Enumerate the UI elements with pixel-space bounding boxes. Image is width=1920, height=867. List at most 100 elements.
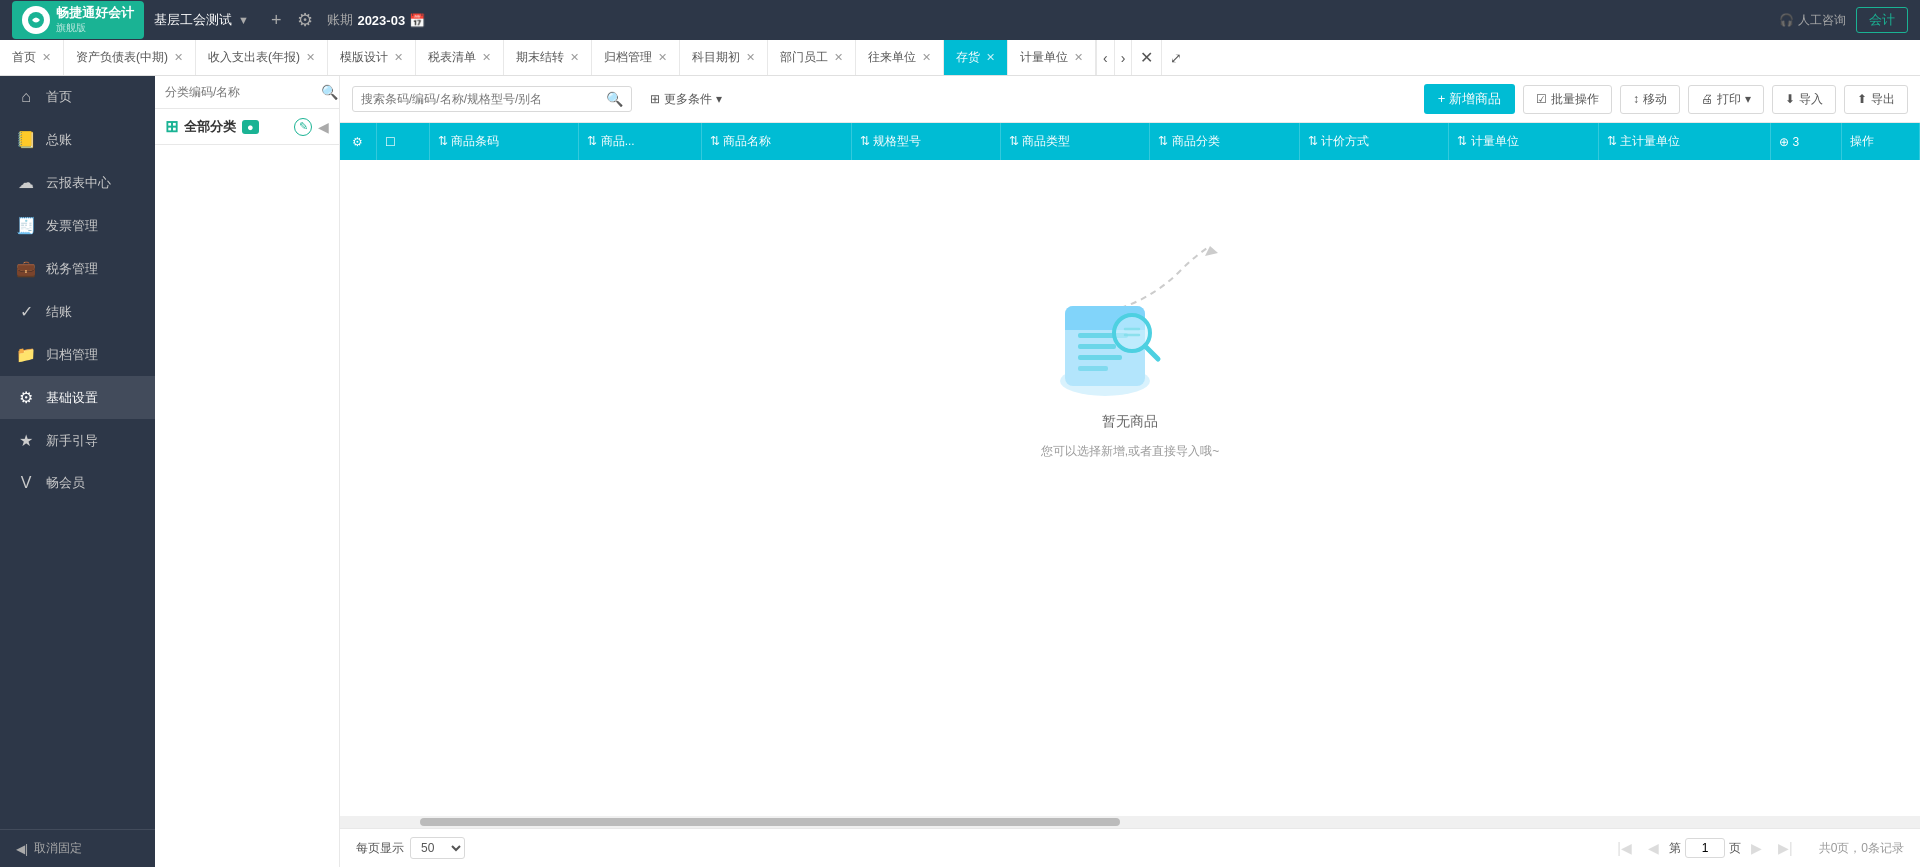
tab-subject-label: 科目期初 xyxy=(692,49,740,66)
tab-tax[interactable]: 税表清单 ✕ xyxy=(416,40,504,75)
all-category[interactable]: ⊞ 全部分类 ● xyxy=(165,117,259,136)
calendar-icon[interactable]: 📅 xyxy=(409,13,425,28)
sidebar-item-home-label: 首页 xyxy=(46,88,72,106)
tab-income[interactable]: 收入支出表(年报) ✕ xyxy=(196,40,328,75)
next-page-btn[interactable]: ▶ xyxy=(1745,838,1768,858)
batch-operation-btn[interactable]: ☑ 批量操作 xyxy=(1523,85,1612,114)
export-btn[interactable]: ⬆ 导出 xyxy=(1844,85,1908,114)
col-name[interactable]: ⇅ 商品名称 xyxy=(702,123,851,160)
svg-rect-8 xyxy=(1078,355,1122,360)
col-unit[interactable]: ⇅ 计量单位 xyxy=(1449,123,1598,160)
col-extra[interactable]: ⊕ 3 xyxy=(1771,123,1842,160)
category-search-input[interactable] xyxy=(165,85,315,99)
tab-prev-btn[interactable]: ‹ xyxy=(1096,40,1114,75)
col-settings[interactable]: ⚙ xyxy=(340,123,376,160)
category-search-btn[interactable]: 🔍 xyxy=(321,84,338,100)
logo-area[interactable]: 畅捷通好会计 旗舰版 xyxy=(12,1,144,39)
sidebar-item-home[interactable]: ⌂ 首页 xyxy=(0,76,155,118)
customer-service-btn[interactable]: 🎧 人工咨询 xyxy=(1779,12,1846,29)
company-selector[interactable]: 基层工会测试 ▼ xyxy=(154,11,249,29)
tab-period[interactable]: 期末结转 ✕ xyxy=(504,40,592,75)
sidebar-item-reports-label: 云报表中心 xyxy=(46,174,111,192)
product-table: ⚙ ☐ ⇅ 商品条码 ⇅ 商品... ⇅ 商品名称 xyxy=(340,123,1920,160)
col-checkbox[interactable]: ☐ xyxy=(376,123,429,160)
tab-archive[interactable]: 归档管理 ✕ xyxy=(592,40,680,75)
logo-icon xyxy=(22,6,50,34)
sidebar-item-guide[interactable]: ★ 新手引导 xyxy=(0,419,155,462)
tab-unit[interactable]: 计量单位 ✕ xyxy=(1008,40,1096,75)
tab-unit-close[interactable]: ✕ xyxy=(1074,51,1083,64)
print-btn[interactable]: 🖨 打印 ▾ xyxy=(1688,85,1764,114)
main-panel: 🔍 ⊞ 更多条件 ▾ + 新增商品 ☑ 批量操作 xyxy=(340,76,1920,867)
total-info: 共0页，0条记录 xyxy=(1819,840,1904,857)
tab-period-close[interactable]: ✕ xyxy=(570,51,579,64)
sidebar-collapse-btn[interactable]: ◀| 取消固定 xyxy=(0,829,155,867)
settings-btn[interactable]: ⚙ xyxy=(293,7,317,33)
add-product-btn[interactable]: + 新增商品 xyxy=(1424,84,1515,114)
left-panel-collapse-btn[interactable]: ◀ xyxy=(318,119,329,135)
tab-template[interactable]: 模版设计 ✕ xyxy=(328,40,416,75)
tab-archive-close[interactable]: ✕ xyxy=(658,51,667,64)
sidebar-item-invoice[interactable]: 🧾 发票管理 xyxy=(0,204,155,247)
import-label: 导入 xyxy=(1799,91,1823,108)
col-barcode[interactable]: ⇅ 商品条码 xyxy=(429,123,578,160)
archive-icon: 📁 xyxy=(16,345,36,364)
tab-tax-close[interactable]: ✕ xyxy=(482,51,491,64)
ledger-icon: 📒 xyxy=(16,130,36,149)
tab-inventory-close[interactable]: ✕ xyxy=(986,51,995,64)
empty-secondary-text: 您可以选择新增,或者直接导入哦~ xyxy=(1041,443,1219,460)
tab-close-all-btn[interactable]: ✕ xyxy=(1131,40,1161,75)
import-btn[interactable]: ⬇ 导入 xyxy=(1772,85,1836,114)
tab-inventory[interactable]: 存货 ✕ xyxy=(944,40,1008,75)
tab-subject-close[interactable]: ✕ xyxy=(746,51,755,64)
tab-home[interactable]: 首页 ✕ xyxy=(0,40,64,75)
page-unit: 页 xyxy=(1729,840,1741,857)
horizontal-scroll-thumb[interactable] xyxy=(420,818,1120,826)
tab-subject[interactable]: 科目期初 ✕ xyxy=(680,40,768,75)
last-page-btn[interactable]: ▶| xyxy=(1772,838,1799,858)
product-table-container: ⚙ ☐ ⇅ 商品条码 ⇅ 商品... ⇅ 商品名称 xyxy=(340,123,1920,816)
tab-dept[interactable]: 部门员工 ✕ xyxy=(768,40,856,75)
svg-marker-1 xyxy=(1205,246,1218,256)
page-size-select[interactable]: 50 100 200 xyxy=(410,837,465,859)
tab-balance[interactable]: 资产负债表(中期) ✕ xyxy=(64,40,196,75)
sidebar-item-tax-label: 税务管理 xyxy=(46,260,98,278)
tab-income-label: 收入支出表(年报) xyxy=(208,49,300,66)
first-page-btn[interactable]: |◀ xyxy=(1611,838,1638,858)
sidebar-item-archive[interactable]: 📁 归档管理 xyxy=(0,333,155,376)
more-filters-btn[interactable]: ⊞ 更多条件 ▾ xyxy=(642,87,730,112)
col-code[interactable]: ⇅ 商品... xyxy=(579,123,702,160)
sidebar-item-checkout[interactable]: ✓ 结账 xyxy=(0,290,155,333)
tab-template-close[interactable]: ✕ xyxy=(394,51,403,64)
tab-income-close[interactable]: ✕ xyxy=(306,51,315,64)
horizontal-scrollbar[interactable] xyxy=(340,816,1920,828)
product-search-btn[interactable]: 🔍 xyxy=(606,91,623,107)
add-tab-btn[interactable]: + xyxy=(267,8,286,33)
col-main-unit[interactable]: ⇅ 主计量单位 xyxy=(1598,123,1770,160)
prev-page-btn[interactable]: ◀ xyxy=(1642,838,1665,858)
collapse-arrow-icon: ◀| xyxy=(16,842,28,856)
sidebar-item-settings[interactable]: ⚙ 基础设置 xyxy=(0,376,155,419)
col-spec[interactable]: ⇅ 规格型号 xyxy=(851,123,1000,160)
sidebar-item-member[interactable]: V 畅会员 xyxy=(0,462,155,504)
move-btn[interactable]: ↕ 移动 xyxy=(1620,85,1680,114)
col-category[interactable]: ⇅ 商品分类 xyxy=(1150,123,1299,160)
tab-expand-btn[interactable]: ⤢ xyxy=(1161,40,1190,75)
product-search-input[interactable] xyxy=(361,92,600,106)
sidebar-item-reports[interactable]: ☁ 云报表中心 xyxy=(0,161,155,204)
sidebar-item-checkout-label: 结账 xyxy=(46,303,72,321)
tab-balance-close[interactable]: ✕ xyxy=(174,51,183,64)
page-number-input[interactable] xyxy=(1685,838,1725,858)
tab-counterpart-close[interactable]: ✕ xyxy=(922,51,931,64)
tab-home-close[interactable]: ✕ xyxy=(42,51,51,64)
tab-dept-close[interactable]: ✕ xyxy=(834,51,843,64)
col-price-method[interactable]: ⇅ 计价方式 xyxy=(1299,123,1448,160)
sidebar-item-tax[interactable]: 💼 税务管理 xyxy=(0,247,155,290)
sidebar-item-ledger[interactable]: 📒 总账 xyxy=(0,118,155,161)
tab-next-btn[interactable]: › xyxy=(1114,40,1132,75)
tab-counterpart[interactable]: 往来单位 ✕ xyxy=(856,40,944,75)
account-button[interactable]: 会计 xyxy=(1856,7,1908,33)
col-type[interactable]: ⇅ 商品类型 xyxy=(1000,123,1149,160)
category-edit-btn[interactable]: ✎ xyxy=(294,118,312,136)
sidebar-item-guide-label: 新手引导 xyxy=(46,432,98,450)
